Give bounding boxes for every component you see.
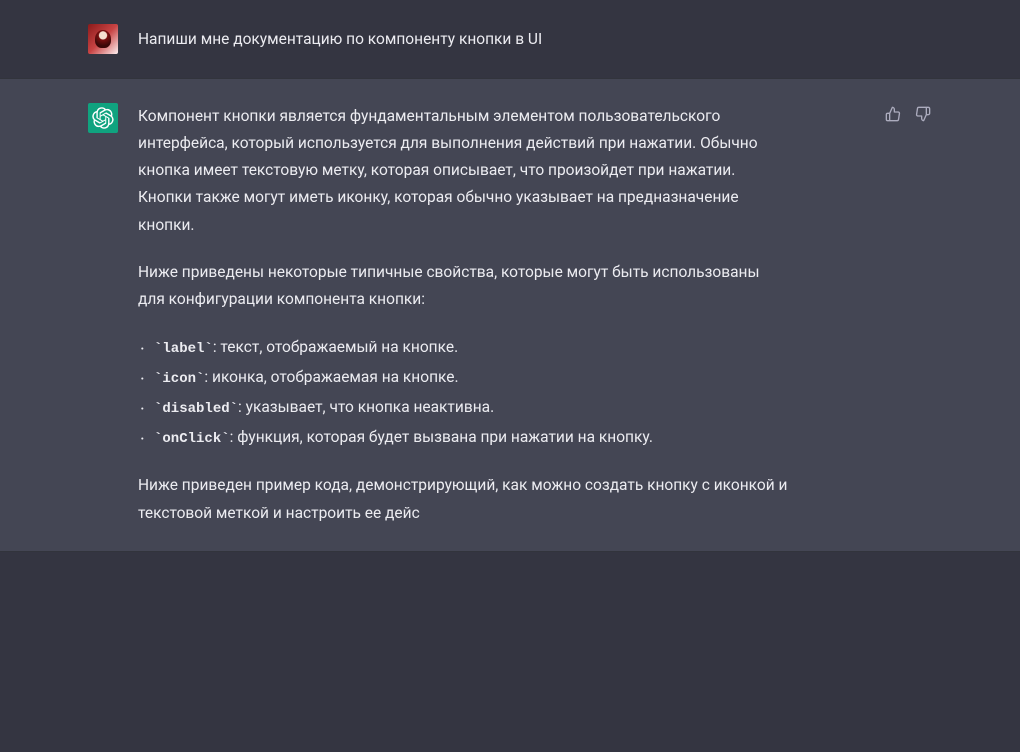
thumbs-up-button[interactable] — [884, 105, 902, 123]
openai-logo-icon — [92, 107, 114, 129]
assistant-message-row: Компонент кнопки является фундаментальны… — [0, 78, 1020, 552]
bottom-area — [0, 552, 1020, 752]
user-avatar — [88, 24, 118, 54]
assistant-message-content: Компонент кнопки является фундаментальны… — [138, 103, 788, 527]
thumbs-down-icon — [915, 106, 931, 122]
list-item: `icon`: иконка, отображаемая на кнопке. — [138, 363, 788, 393]
thumbs-up-icon — [885, 106, 901, 122]
thumbs-down-button[interactable] — [914, 105, 932, 123]
assistant-paragraph-3: Ниже приведен пример кода, демонстрирующ… — [138, 472, 788, 526]
list-item: `onClick`: функция, которая будет вызван… — [138, 423, 788, 453]
user-message-text: Напиши мне документацию по компоненту кн… — [138, 24, 788, 54]
assistant-paragraph-1: Компонент кнопки является фундаментальны… — [138, 103, 788, 239]
list-item: `label`: текст, отображаемый на кнопке. — [138, 333, 788, 363]
feedback-actions — [844, 103, 932, 527]
assistant-paragraph-2: Ниже приведены некоторые типичные свойст… — [138, 259, 788, 313]
assistant-avatar — [88, 103, 118, 133]
list-item: `disabled`: указывает, что кнопка неакти… — [138, 393, 788, 423]
user-message-row: Напиши мне документацию по компоненту кн… — [0, 0, 1020, 78]
properties-list: `label`: текст, отображаемый на кнопке. … — [138, 333, 788, 453]
